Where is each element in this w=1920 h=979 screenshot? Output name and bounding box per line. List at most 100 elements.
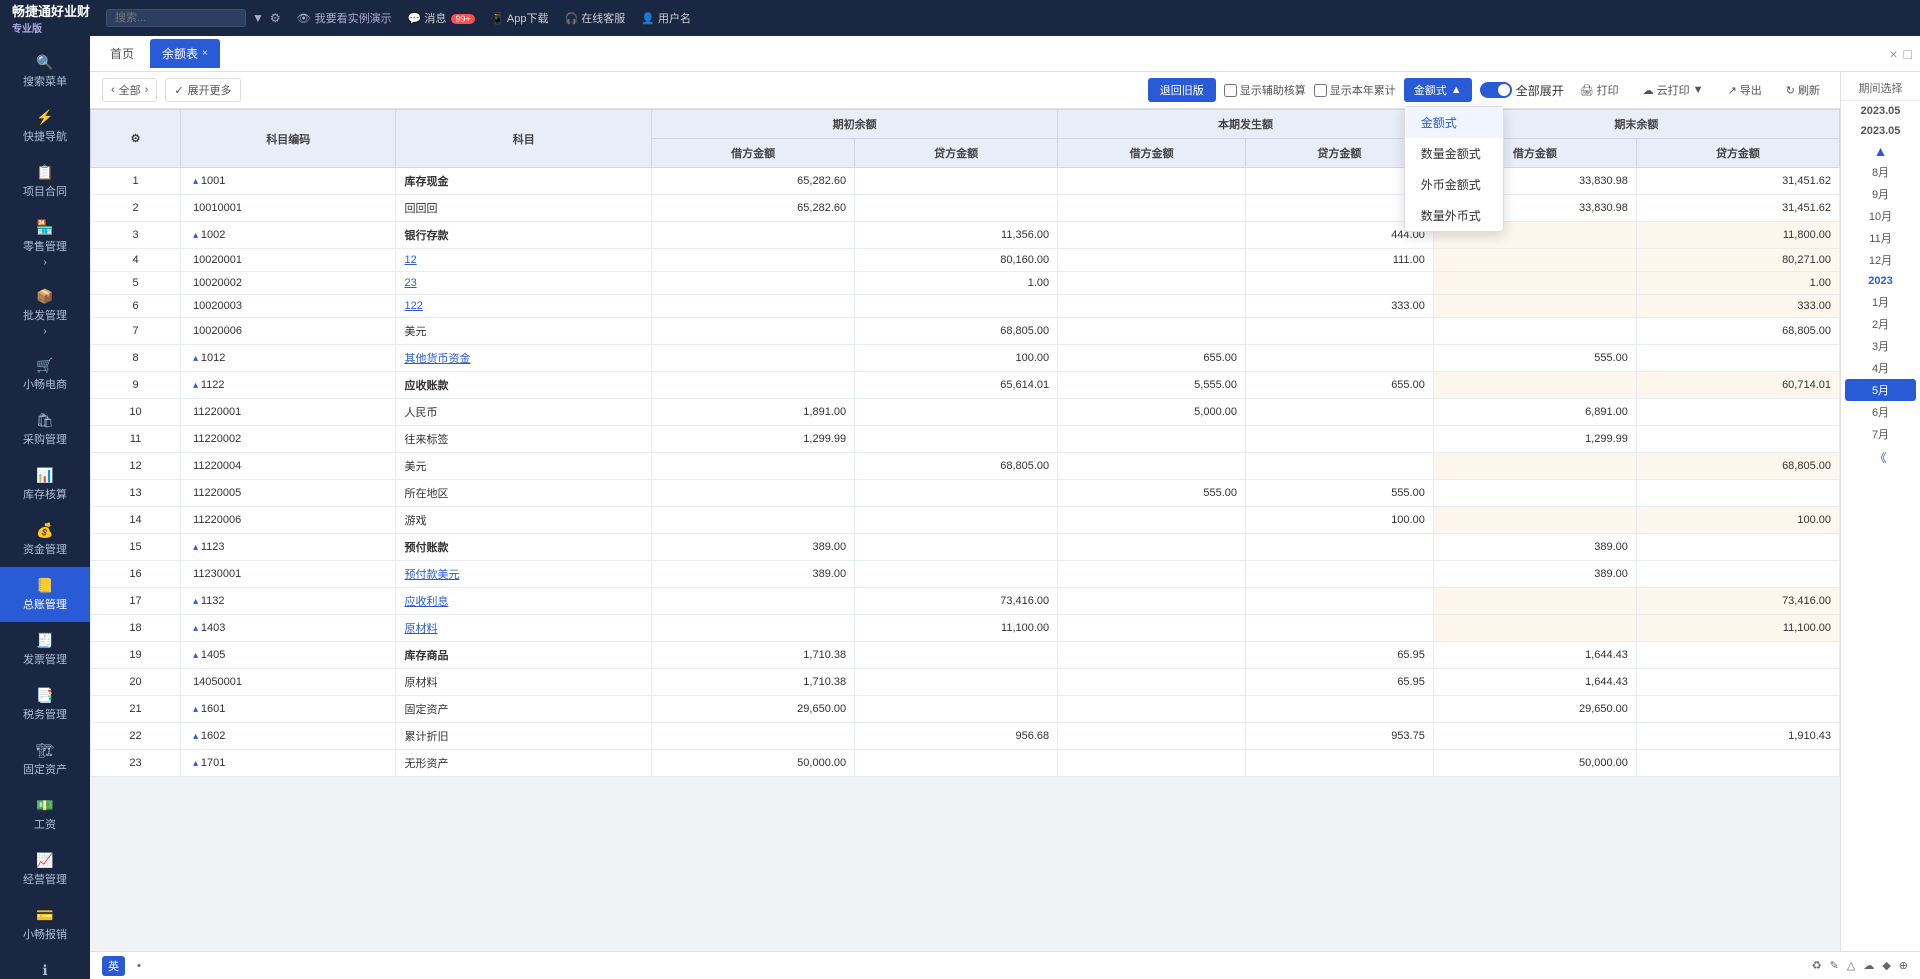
sidebar-item-finance[interactable]: 💰 资金管理 — [0, 512, 90, 567]
menu-item-foreign-amount[interactable]: 外币金额式 — [1405, 169, 1503, 200]
cell-current_credit: 65.95 — [1246, 642, 1434, 669]
cell-name[interactable]: 23 — [396, 272, 652, 295]
sidebar-item-salary[interactable]: 💵 工资 — [0, 787, 90, 842]
data-table: ⚙ 科目编码 科目 期初余额 本期发生额 期末余额 借方金额 贷方金额 借方金额 — [90, 109, 1840, 777]
cell-name[interactable]: 12 — [396, 249, 652, 272]
date-month-item[interactable]: 11月 — [1841, 227, 1920, 249]
settings-icon[interactable]: ⚙ — [270, 11, 281, 25]
date-month-item[interactable]: 4月 — [1841, 357, 1920, 379]
date-panel-collapse[interactable]: 《 — [1841, 445, 1920, 470]
export-icon: ↗ — [1728, 84, 1737, 97]
cell-name[interactable]: 122 — [396, 295, 652, 318]
menu-item-qty-amount[interactable]: 数量金额式 — [1405, 138, 1503, 169]
date-month-item[interactable]: 6月 — [1841, 401, 1920, 423]
user-avatar[interactable]: 👤 用户名 — [641, 10, 691, 26]
date-month-item[interactable]: 3月 — [1841, 335, 1920, 357]
date-month-item[interactable]: 7月 — [1841, 423, 1920, 445]
status-sync-icon[interactable]: ♻ — [1812, 959, 1822, 972]
sidebar-item-purchase[interactable]: 🛍 采购管理 — [0, 402, 90, 457]
sidebar-item-inventory[interactable]: 📊 库存核算 — [0, 457, 90, 512]
tab-current[interactable]: 余额表 × — [150, 39, 220, 68]
sidebar-item-basic[interactable]: ℹ 基础信息 — [0, 952, 90, 979]
menu-item-amount[interactable]: 金额式 — [1405, 107, 1503, 138]
sidebar-item-project[interactable]: 📋 项目合同 — [0, 154, 90, 209]
date-year-end[interactable]: 2023.05 — [1841, 121, 1920, 141]
amount-mode-dropdown[interactable]: 金额式 ▲ — [1404, 78, 1472, 102]
cell-code: ▴ 1601 — [181, 696, 396, 723]
menu-item-qty-foreign[interactable]: 数量外币式 — [1405, 200, 1503, 231]
window-max-btn[interactable]: □ — [1904, 46, 1912, 62]
date-month-item[interactable]: 9月 — [1841, 183, 1920, 205]
cell-name[interactable]: 原材料 — [396, 615, 652, 642]
date-month-item[interactable]: 5月 — [1845, 379, 1916, 401]
date-nav-up[interactable]: ▲ — [1841, 141, 1920, 161]
table-row: 610020003122333.00333.00 — [91, 295, 1840, 318]
cell-code: 11220002 — [181, 426, 396, 453]
sidebar-item-quicknav[interactable]: ⚡ 快捷导航 — [0, 99, 90, 154]
status-add-icon[interactable]: ⊕ — [1899, 959, 1908, 972]
cell-code: ▴ 1602 — [181, 723, 396, 750]
app-download-btn[interactable]: 📱 App下载 — [491, 10, 549, 26]
th-gear[interactable]: ⚙ — [91, 110, 181, 168]
status-cloud-icon[interactable]: ☁ — [1863, 959, 1874, 972]
date-year-start[interactable]: 2023.05 — [1841, 101, 1920, 121]
table-row: 1▴ 1001库存现金65,282.6033,830.9831,451.62 — [91, 168, 1840, 195]
status-diamond-icon[interactable]: ◆ — [1882, 959, 1890, 972]
cell-opening_debit — [652, 615, 855, 642]
cell-closing_credit — [1636, 561, 1839, 588]
date-month-item[interactable]: 12月 — [1841, 249, 1920, 271]
sidebar-item-search[interactable]: 🔍 搜索菜单 — [0, 44, 90, 99]
window-close-btn[interactable]: × — [1889, 46, 1897, 62]
show-helper-checkbox[interactable]: 显示辅助核算 — [1224, 82, 1306, 98]
sidebar-item-retail[interactable]: 🏪 零售管理 — [0, 209, 90, 278]
date-month-item[interactable]: 2月 — [1841, 313, 1920, 335]
sidebar-item-expense[interactable]: 💳 小畅报销 — [0, 897, 90, 952]
date-month-item[interactable]: 10月 — [1841, 205, 1920, 227]
tab-close-btn[interactable]: × — [202, 48, 208, 59]
th-code: 科目编码 — [181, 110, 396, 168]
date-panel: 期间选择 2023.05 2023.05 ▲ 8月9月10月11月12月2023… — [1840, 72, 1920, 951]
cell-current_credit — [1246, 696, 1434, 723]
show-yearly-checkbox[interactable]: 显示本年累计 — [1314, 82, 1396, 98]
sidebar-item-operations[interactable]: 📈 经营管理 — [0, 842, 90, 897]
tab-home[interactable]: 首页 — [98, 39, 146, 68]
sidebar-item-ledger[interactable]: 📒 总账管理 — [0, 567, 90, 622]
status-edit-icon[interactable]: ✎ — [1830, 959, 1839, 972]
expand-btn[interactable]: ✓ 展开更多 — [165, 78, 240, 102]
date-month-item[interactable]: 1月 — [1841, 291, 1920, 313]
search-input[interactable] — [106, 9, 246, 27]
breadcrumb-btn[interactable]: ‹ 全部 › — [102, 78, 157, 102]
cell-current_debit — [1058, 696, 1246, 723]
date-panel-title: 期间选择 — [1841, 76, 1920, 101]
online-service-btn[interactable]: 🎧 在线客服 — [564, 10, 625, 26]
date-month-item[interactable]: 8月 — [1841, 161, 1920, 183]
cell-name[interactable]: 预付款美元 — [396, 561, 652, 588]
sidebar-item-ecommerce[interactable]: 🛒 小畅电商 — [0, 347, 90, 402]
dropdown-icon[interactable]: ▼ — [252, 11, 264, 25]
table-row: 23▴ 1701无形资产50,000.0050,000.00 — [91, 750, 1840, 777]
demo-link[interactable]: 👁 我要看实例演示 — [297, 10, 392, 26]
export-btn[interactable]: ↗ 导出 — [1720, 79, 1770, 101]
cell-current_credit — [1246, 561, 1434, 588]
status-alert-icon[interactable]: △ — [1847, 959, 1855, 972]
cloud-print-btn[interactable]: ☁ 云打印 ▼ — [1635, 79, 1712, 101]
date-month-item[interactable]: 2023 — [1841, 271, 1920, 291]
message-btn[interactable]: 💬 消息 99+ — [408, 10, 475, 26]
sidebar-item-tax[interactable]: 📑 税务管理 — [0, 677, 90, 732]
quicknav-icon: ⚡ — [4, 109, 86, 126]
cell-name[interactable]: 其他货币资金 — [396, 345, 652, 372]
status-translate[interactable]: 英 — [102, 956, 125, 976]
cell-closing_debit: 389.00 — [1433, 561, 1636, 588]
refresh-btn[interactable]: ↻ 刷新 — [1778, 79, 1828, 101]
print-btn[interactable]: 🖨 打印 — [1572, 79, 1627, 101]
sidebar-item-wholesale[interactable]: 📦 批发管理 — [0, 278, 90, 347]
cell-current_debit — [1058, 168, 1246, 195]
sidebar-item-assets[interactable]: 🏗 固定资产 — [0, 732, 90, 787]
return-old-btn[interactable]: 退回旧版 — [1148, 78, 1216, 102]
cell-opening_debit: 50,000.00 — [652, 750, 855, 777]
cell-seq: 2 — [91, 195, 181, 222]
sidebar-item-invoice[interactable]: 🧾 发票管理 — [0, 622, 90, 677]
expand-all-switch[interactable] — [1480, 82, 1512, 98]
cell-name[interactable]: 应收利息 — [396, 588, 652, 615]
cell-seq: 17 — [91, 588, 181, 615]
